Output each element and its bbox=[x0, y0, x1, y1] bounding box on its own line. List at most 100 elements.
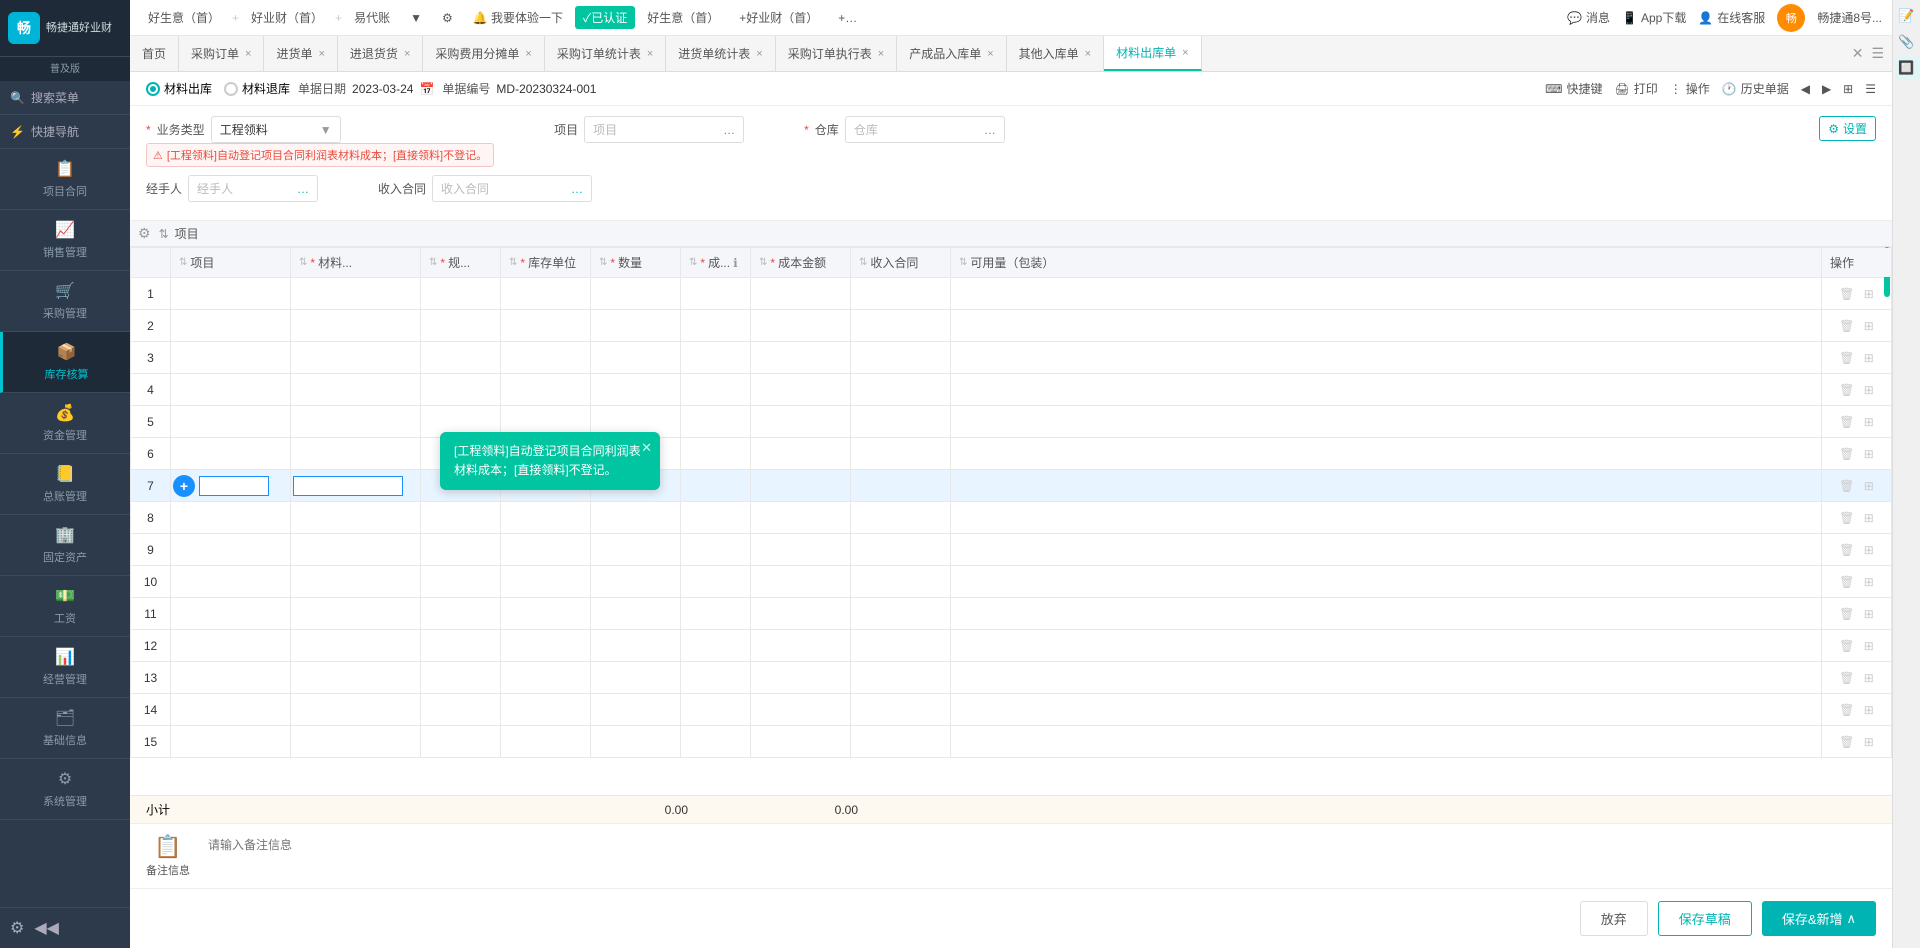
copy-icon-11[interactable]: ⊞ bbox=[1864, 607, 1874, 621]
cell-cost-1[interactable] bbox=[681, 278, 751, 310]
cell-available-qty-5[interactable] bbox=[951, 406, 1822, 438]
cell-cost-7[interactable] bbox=[681, 470, 751, 502]
col-header-income-contract[interactable]: ⇅ 收入合同 bbox=[851, 248, 951, 278]
delete-icon-5[interactable]: 🗑 bbox=[1839, 415, 1854, 429]
warehouse-link-icon[interactable]: … bbox=[984, 123, 996, 137]
cell-item-8[interactable] bbox=[171, 502, 291, 534]
cell-cost-amount-4[interactable] bbox=[751, 374, 851, 406]
cell-material-15[interactable] bbox=[291, 726, 421, 758]
table-container[interactable]: ⇅ 项目 ⇅ * 材料... bbox=[130, 247, 1892, 795]
cell-available-qty-14[interactable] bbox=[951, 694, 1822, 726]
cell-material-2[interactable] bbox=[291, 310, 421, 342]
project-link-icon[interactable]: … bbox=[723, 123, 735, 137]
cell-unit-10[interactable] bbox=[501, 566, 591, 598]
col-header-cost-amount[interactable]: ⇅ * 成本金额 bbox=[751, 248, 851, 278]
tab-receipt-stat[interactable]: 进货单统计表 × bbox=[666, 36, 775, 71]
delete-icon-14[interactable]: 🗑 bbox=[1839, 703, 1854, 717]
tab-purchase-receipt[interactable]: 进货单 × bbox=[264, 36, 337, 71]
cell-spec-9[interactable] bbox=[421, 534, 501, 566]
cell-cost-10[interactable] bbox=[681, 566, 751, 598]
topbar-haoshengyi[interactable]: 好生意（首） bbox=[140, 5, 228, 30]
topbar-more[interactable]: +… bbox=[830, 7, 865, 29]
cell-available-qty-8[interactable] bbox=[951, 502, 1822, 534]
copy-icon-13[interactable]: ⊞ bbox=[1864, 671, 1874, 685]
copy-icon-5[interactable]: ⊞ bbox=[1864, 415, 1874, 429]
cell-qty-13[interactable] bbox=[591, 662, 681, 694]
cell-qty-14[interactable] bbox=[591, 694, 681, 726]
cell-unit-15[interactable] bbox=[501, 726, 591, 758]
topbar-online-service[interactable]: 👤 在线客服 bbox=[1698, 9, 1765, 26]
info-icon[interactable]: ℹ bbox=[733, 256, 738, 270]
cell-available-qty-15[interactable] bbox=[951, 726, 1822, 758]
copy-icon-12[interactable]: ⊞ bbox=[1864, 639, 1874, 653]
project-select[interactable]: 项目 … bbox=[584, 116, 744, 143]
cell-item-9[interactable] bbox=[171, 534, 291, 566]
cell-material-1[interactable] bbox=[291, 278, 421, 310]
cell-spec-12[interactable] bbox=[421, 630, 501, 662]
cell-item-7[interactable]: + bbox=[171, 470, 291, 502]
shortcut-key-button[interactable]: ⌨ 快捷键 bbox=[1545, 80, 1602, 97]
tab-list-button[interactable]: ☰ bbox=[1871, 45, 1884, 62]
cell-available-qty-6[interactable] bbox=[951, 438, 1822, 470]
user-name[interactable]: 畅捷通8号... bbox=[1817, 9, 1882, 26]
cell-item-13[interactable] bbox=[171, 662, 291, 694]
cell-income-contract-1[interactable] bbox=[851, 278, 951, 310]
tab-other-receipt[interactable]: 其他入库单 × bbox=[1007, 36, 1104, 71]
col-header-qty[interactable]: ⇅ * 数量 bbox=[591, 248, 681, 278]
radio-material-return[interactable]: 材料退库 bbox=[224, 80, 290, 97]
save-draft-button[interactable]: 保存草稿 bbox=[1658, 901, 1752, 936]
cell-qty-9[interactable] bbox=[591, 534, 681, 566]
cell-income-contract-6[interactable] bbox=[851, 438, 951, 470]
delete-icon-13[interactable]: 🗑 bbox=[1839, 671, 1854, 685]
handler-link-icon[interactable]: … bbox=[297, 182, 309, 196]
cell-available-qty-1[interactable] bbox=[951, 278, 1822, 310]
cell-available-qty-2[interactable] bbox=[951, 310, 1822, 342]
col-header-item[interactable]: ⇅ 项目 bbox=[171, 248, 291, 278]
cell-cost-amount-9[interactable] bbox=[751, 534, 851, 566]
sidebar-item-assets[interactable]: 🏢 固定资产 bbox=[0, 515, 130, 576]
delete-icon-7[interactable]: 🗑 bbox=[1839, 479, 1854, 493]
income-contract-link-icon[interactable]: … bbox=[571, 182, 583, 196]
cell-item-14[interactable] bbox=[171, 694, 291, 726]
sidebar-search[interactable]: 🔍 搜索菜单 bbox=[0, 81, 130, 115]
cell-cost-6[interactable] bbox=[681, 438, 751, 470]
cell-material-14[interactable] bbox=[291, 694, 421, 726]
cell-income-contract-8[interactable] bbox=[851, 502, 951, 534]
cell-income-contract-3[interactable] bbox=[851, 342, 951, 374]
topbar-dropdown[interactable]: ▼ bbox=[402, 7, 430, 29]
cell-material-7[interactable] bbox=[291, 470, 421, 502]
cell-cost-amount-14[interactable] bbox=[751, 694, 851, 726]
cell-income-contract-10[interactable] bbox=[851, 566, 951, 598]
next-record-button[interactable]: ▶ bbox=[1822, 82, 1831, 96]
delete-icon-9[interactable]: 🗑 bbox=[1839, 543, 1854, 557]
cell-cost-2[interactable] bbox=[681, 310, 751, 342]
topbar-app-download[interactable]: 📱 App下载 bbox=[1622, 9, 1686, 26]
cell-cost-5[interactable] bbox=[681, 406, 751, 438]
cell-unit-4[interactable] bbox=[501, 374, 591, 406]
cell-qty-15[interactable] bbox=[591, 726, 681, 758]
cell-item-1[interactable] bbox=[171, 278, 291, 310]
tab-close-expense[interactable]: × bbox=[525, 48, 531, 60]
tab-close-material-issue[interactable]: × bbox=[1182, 47, 1188, 59]
cell-cost-amount-7[interactable] bbox=[751, 470, 851, 502]
copy-icon-15[interactable]: ⊞ bbox=[1864, 735, 1874, 749]
tab-close-purchase-stat[interactable]: × bbox=[647, 48, 653, 60]
add-row-button[interactable]: + bbox=[173, 475, 195, 497]
cell-cost-amount-8[interactable] bbox=[751, 502, 851, 534]
sidebar-item-sales[interactable]: 📈 销售管理 bbox=[0, 210, 130, 271]
cell-unit-1[interactable] bbox=[501, 278, 591, 310]
delete-icon-8[interactable]: 🗑 bbox=[1839, 511, 1854, 525]
grid-view-button[interactable]: ⊞ bbox=[1843, 82, 1853, 96]
topbar-haoyecai2[interactable]: +好业财（首） bbox=[731, 5, 826, 30]
tab-purchase-order[interactable]: 采购订单 × bbox=[179, 36, 264, 71]
delete-icon-4[interactable]: 🗑 bbox=[1839, 383, 1854, 397]
topbar-haoyecai[interactable]: 好业财（首） bbox=[243, 5, 331, 30]
cell-unit-14[interactable] bbox=[501, 694, 591, 726]
tab-expense[interactable]: 采购费用分摊单 × bbox=[423, 36, 544, 71]
cell-material-8[interactable] bbox=[291, 502, 421, 534]
remarks-input[interactable] bbox=[200, 834, 1876, 856]
save-new-button[interactable]: 保存&新增 ∧ bbox=[1762, 901, 1876, 936]
cell-available-qty-4[interactable] bbox=[951, 374, 1822, 406]
sidebar-item-system[interactable]: ⚙ 系统管理 bbox=[0, 759, 130, 820]
print-button[interactable]: 🖨 打印 bbox=[1614, 80, 1657, 97]
